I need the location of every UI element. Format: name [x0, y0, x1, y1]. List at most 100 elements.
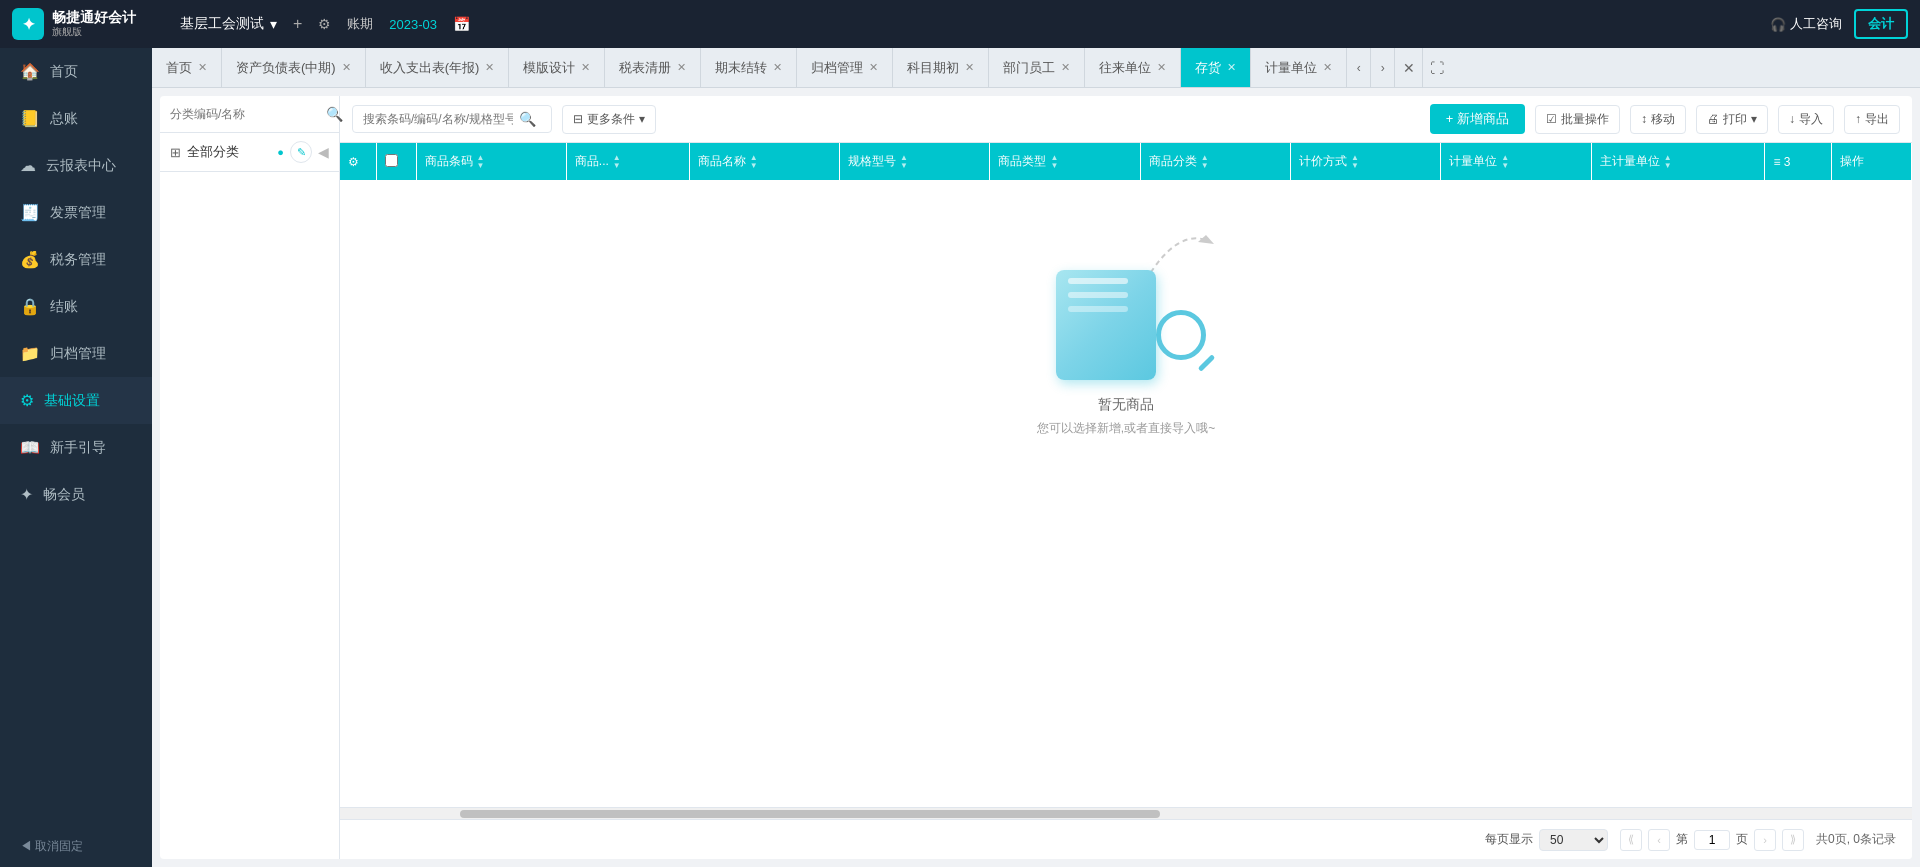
main-search-icon[interactable]: 🔍: [519, 111, 536, 127]
main-search-box: 🔍: [352, 105, 552, 133]
sidebar-item-close[interactable]: 🔒 结账: [0, 283, 152, 330]
sort-arrows-barcode[interactable]: ▲▼: [477, 154, 485, 170]
tab-units-close[interactable]: ✕: [1323, 61, 1332, 74]
export-button[interactable]: ↑ 导出: [1844, 105, 1900, 134]
tab-inventory-close[interactable]: ✕: [1227, 61, 1236, 74]
sort-arrows-code[interactable]: ▲▼: [613, 154, 621, 170]
tab-dept-close[interactable]: ✕: [1061, 61, 1070, 74]
col-extra-label: ≡ 3: [1773, 155, 1790, 169]
tab-home[interactable]: 首页 ✕: [152, 48, 222, 87]
col-category[interactable]: 商品分类 ▲▼: [1140, 143, 1290, 180]
kuaiji-button[interactable]: 会计: [1854, 9, 1908, 39]
sort-arrows-category[interactable]: ▲▼: [1201, 154, 1209, 170]
per-page-dropdown[interactable]: 10 20 50 100: [1539, 829, 1608, 851]
tab-subject[interactable]: 科目期初 ✕: [893, 48, 989, 87]
col-code[interactable]: 商品... ▲▼: [566, 143, 689, 180]
first-page-button[interactable]: ⟪: [1620, 829, 1642, 851]
sidebar-item-home[interactable]: 🏠 首页: [0, 48, 152, 95]
page-number-input[interactable]: [1694, 830, 1730, 850]
close-all-tabs-button[interactable]: ✕: [1395, 48, 1423, 87]
sidebar-item-guide[interactable]: 📖 新手引导: [0, 424, 152, 471]
sidebar-item-ledger[interactable]: 📒 总账: [0, 95, 152, 142]
calendar-icon[interactable]: 📅: [453, 16, 470, 32]
tab-template-close[interactable]: ✕: [581, 61, 590, 74]
tab-next-button[interactable]: ›: [1371, 48, 1395, 87]
tab-balance-sheet[interactable]: 资产负债表(中期) ✕: [222, 48, 366, 87]
prev-page-button[interactable]: ‹: [1648, 829, 1670, 851]
sidebar-item-settings[interactable]: ⚙ 基础设置: [0, 377, 152, 424]
tab-tax-form[interactable]: 税表清册 ✕: [605, 48, 701, 87]
per-page-selector: 每页显示 10 20 50 100: [1485, 829, 1608, 851]
col-main-unit-label: 主计量单位: [1600, 153, 1660, 170]
expand-button[interactable]: ⛶: [1423, 48, 1451, 87]
tab-inventory[interactable]: 存货 ✕: [1181, 48, 1251, 87]
col-code-label: 商品...: [575, 153, 609, 170]
sort-arrows-main-unit[interactable]: ▲▼: [1664, 154, 1672, 170]
col-spec[interactable]: 规格型号 ▲▼: [840, 143, 990, 180]
col-barcode[interactable]: 商品条码 ▲▼: [416, 143, 566, 180]
export-icon: ↑: [1855, 112, 1861, 126]
tab-subject-close[interactable]: ✕: [965, 61, 974, 74]
more-filter-button[interactable]: ⊟ 更多条件 ▾: [562, 105, 656, 134]
sidebar-item-invoice[interactable]: 🧾 发票管理: [0, 189, 152, 236]
col-price-method[interactable]: 计价方式 ▲▼: [1291, 143, 1441, 180]
tab-balance-close[interactable]: ✕: [342, 61, 351, 74]
last-page-button[interactable]: ⟫: [1782, 829, 1804, 851]
category-search-input[interactable]: [170, 107, 320, 121]
col-type[interactable]: 商品类型 ▲▼: [990, 143, 1140, 180]
tab-units[interactable]: 计量单位 ✕: [1251, 48, 1347, 87]
batch-ops-button[interactable]: ☑ 批量操作: [1535, 105, 1620, 134]
sidebar-item-tax[interactable]: 💰 税务管理: [0, 236, 152, 283]
product-table: ⚙ 商品条码 ▲▼: [340, 143, 1912, 180]
add-tab-icon[interactable]: +: [293, 15, 302, 33]
tab-income[interactable]: 收入支出表(年报) ✕: [366, 48, 510, 87]
all-category-label[interactable]: 全部分类: [187, 143, 271, 161]
tab-archive-mgmt[interactable]: 归档管理 ✕: [797, 48, 893, 87]
company-selector[interactable]: 基层工会测试 ▾: [180, 15, 277, 33]
sidebar-item-archive[interactable]: 📁 归档管理: [0, 330, 152, 377]
move-button[interactable]: ↕ 移动: [1630, 105, 1686, 134]
col-main-unit[interactable]: 主计量单位 ▲▼: [1591, 143, 1765, 180]
tab-archive-close[interactable]: ✕: [869, 61, 878, 74]
col-checkbox[interactable]: [376, 143, 416, 180]
empty-magnifier-shape: [1156, 310, 1206, 360]
sidebar-item-member[interactable]: ✦ 畅会员: [0, 471, 152, 518]
tab-home-close[interactable]: ✕: [198, 61, 207, 74]
col-settings[interactable]: ⚙: [340, 143, 376, 180]
tab-contacts[interactable]: 往来单位 ✕: [1085, 48, 1181, 87]
sort-arrows-spec[interactable]: ▲▼: [900, 154, 908, 170]
add-product-button[interactable]: + 新增商品: [1430, 104, 1525, 134]
sort-arrows-name[interactable]: ▲▼: [750, 154, 758, 170]
scrollbar-thumb[interactable]: [460, 810, 1160, 818]
tab-contacts-close[interactable]: ✕: [1157, 61, 1166, 74]
sort-arrows-type[interactable]: ▲▼: [1050, 154, 1058, 170]
ai-consult-button[interactable]: 🎧 人工咨询: [1770, 15, 1842, 33]
col-name[interactable]: 商品名称 ▲▼: [689, 143, 839, 180]
tab-prev-button[interactable]: ‹: [1347, 48, 1371, 87]
col-extra[interactable]: ≡ 3: [1765, 143, 1832, 180]
select-all-checkbox[interactable]: [385, 154, 398, 167]
tab-template[interactable]: 模版设计 ✕: [509, 48, 605, 87]
collapse-button[interactable]: ◀: [318, 144, 329, 160]
print-button[interactable]: 🖨 打印 ▾: [1696, 105, 1768, 134]
tab-period-close[interactable]: ✕: [773, 61, 782, 74]
toolbar-right: + 新增商品 ☑ 批量操作 ↕ 移动 🖨 打印: [1430, 104, 1900, 134]
import-button[interactable]: ↓ 导入: [1778, 105, 1834, 134]
tab-period-transfer[interactable]: 期末结转 ✕: [701, 48, 797, 87]
col-unit[interactable]: 计量单位 ▲▼: [1441, 143, 1591, 180]
settings-icon[interactable]: ⚙: [318, 16, 331, 32]
cancel-pin-button[interactable]: ◀ 取消固定: [0, 826, 152, 867]
tab-income-close[interactable]: ✕: [485, 61, 494, 74]
horizontal-scrollbar[interactable]: [340, 807, 1912, 819]
grid-icon: ⊞: [170, 145, 181, 160]
tab-department[interactable]: 部门员工 ✕: [989, 48, 1085, 87]
sort-arrows-price[interactable]: ▲▼: [1351, 154, 1359, 170]
tab-tax-form-close[interactable]: ✕: [677, 61, 686, 74]
next-page-button[interactable]: ›: [1754, 829, 1776, 851]
main-search-input[interactable]: [363, 112, 513, 126]
category-edit-button[interactable]: ✎: [290, 141, 312, 163]
col-name-label: 商品名称: [698, 153, 746, 170]
export-label: 导出: [1865, 111, 1889, 128]
sidebar-item-reports[interactable]: ☁ 云报表中心: [0, 142, 152, 189]
sort-arrows-unit[interactable]: ▲▼: [1501, 154, 1509, 170]
